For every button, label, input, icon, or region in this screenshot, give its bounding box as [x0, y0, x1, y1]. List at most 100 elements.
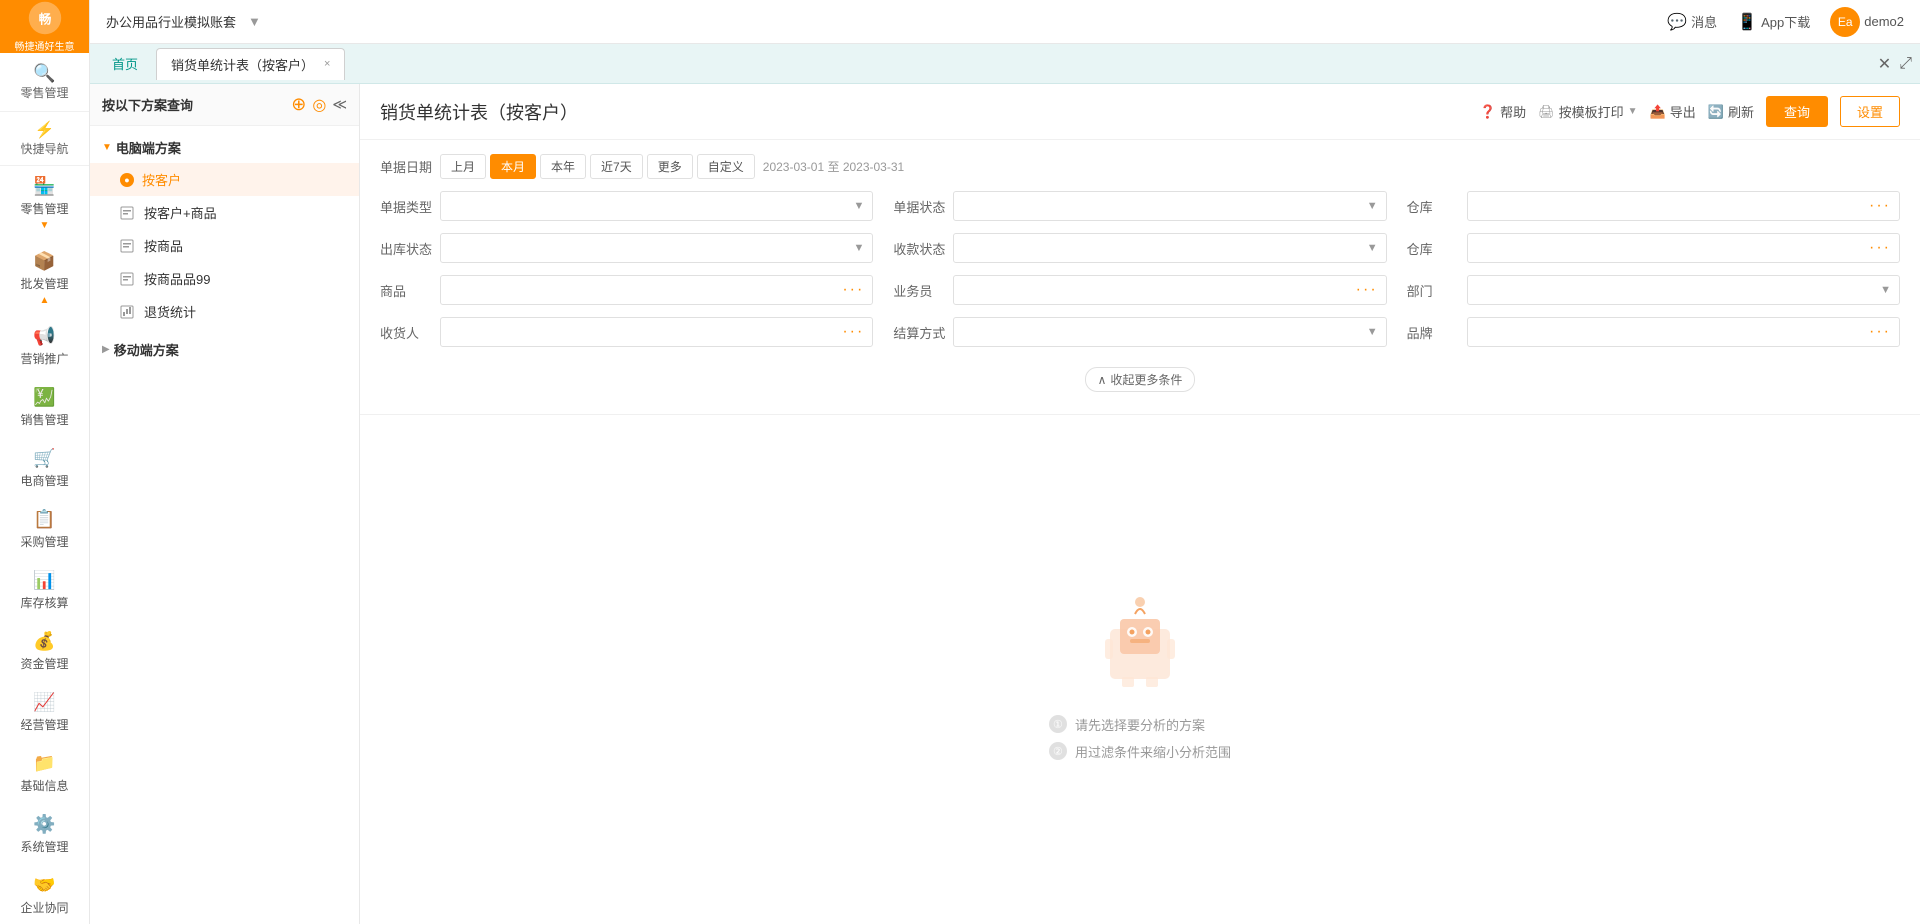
basic-label: 基础信息	[20, 777, 68, 794]
settings-button[interactable]: 设置	[1840, 96, 1900, 127]
payment-method-label: 结算方式	[893, 323, 953, 342]
header-dropdown-icon[interactable]: ▼	[248, 14, 261, 29]
empty-tip-2: ② 用过滤条件来缩小分析范围	[1049, 742, 1231, 761]
this-month-button[interactable]: 本月	[490, 154, 536, 179]
department-filter: 部门 ▼	[1407, 275, 1900, 305]
tab-bar: 首页 销货单统计表（按客户） × ✕ ⤢	[90, 44, 1920, 84]
warehouse-select[interactable]: ···	[1467, 191, 1900, 221]
order-status-label: 单据状态	[893, 197, 953, 216]
receiver-select[interactable]: ···	[440, 317, 873, 347]
order-type-chevron: ▼	[853, 200, 864, 212]
payment-status-chevron: ▼	[1367, 242, 1378, 254]
logo-text: 畅捷通好生意	[15, 38, 75, 53]
tab-maximize-button[interactable]: ⤢	[1899, 54, 1912, 74]
sidebar-item-operations[interactable]: 📈 经营管理	[0, 682, 89, 743]
tab-close-button[interactable]: ×	[324, 58, 330, 70]
left-panel-header: 按以下方案查询 ⊕ ◎ ≪	[90, 84, 359, 126]
refresh-button[interactable]: 🔄 刷新	[1708, 102, 1754, 121]
mobile-group-header[interactable]: ▶ 移动端方案	[90, 334, 359, 365]
add-scheme-button[interactable]: ⊕	[291, 94, 306, 115]
date-filter-row: 单据日期 上月 本月 本年 近7天 更多 自定义 2023-03-01 至 20…	[380, 154, 1900, 179]
retail-icon: 🏪	[33, 176, 55, 197]
page-title-bar: 销货单统计表（按客户） ❓ 帮助 🖨 按模板打印 ▼ 📤 导出	[360, 84, 1920, 140]
empty-state: ① 请先选择要分析的方案 ② 用过滤条件来缩小分析范围	[360, 415, 1920, 924]
salesperson-select[interactable]: ···	[953, 275, 1386, 305]
salesperson-dots: ···	[1356, 281, 1378, 299]
order-status-filter: 单据状态 ▼	[893, 191, 1386, 221]
marketing-icon: 📢	[33, 326, 55, 347]
last-7days-button[interactable]: 近7天	[590, 154, 643, 179]
operations-icon: 📈	[33, 692, 55, 713]
purchase-icon: 📋	[33, 509, 55, 530]
warehouse-select-2[interactable]: ···	[1467, 233, 1900, 263]
warehouse-dots: ···	[1869, 197, 1891, 215]
return-stats-icon	[120, 305, 134, 319]
print-button[interactable]: 🖨 按模板打印 ▼	[1538, 102, 1637, 121]
main-area: 办公用品行业模拟账套 ▼ 💬 消息 📱 App下载 Ea demo2 首页	[90, 0, 1920, 924]
department-select[interactable]: ▼	[1467, 275, 1900, 305]
tree-item-by-product[interactable]: 按商品	[90, 229, 359, 262]
payment-status-select[interactable]: ▼	[953, 233, 1386, 263]
custom-date-button[interactable]: 自定义	[697, 154, 755, 179]
warehouse-label-2: 仓库	[1407, 239, 1467, 258]
inventory-label: 库存核算	[20, 594, 68, 611]
order-type-select[interactable]: ▼	[440, 191, 873, 221]
sidebar-item-marketing[interactable]: 📢 营销推广	[0, 316, 89, 377]
quick-nav[interactable]: ⚡ 快捷导航	[0, 112, 89, 166]
export-button[interactable]: 📤 导出	[1650, 102, 1696, 121]
sidebar-item-ecommerce[interactable]: 🛒 电商管理	[0, 438, 89, 499]
sidebar-logo[interactable]: 畅 畅捷通好生意	[0, 0, 90, 53]
product-label: 商品	[380, 281, 440, 300]
last-month-button[interactable]: 上月	[440, 154, 486, 179]
sidebar-item-purchase[interactable]: 📋 采购管理	[0, 499, 89, 560]
app-download-button[interactable]: 📱 App下载	[1737, 12, 1810, 32]
svg-text:畅: 畅	[38, 11, 51, 26]
print-icon: 🖨	[1538, 104, 1555, 120]
print-dropdown-icon: ▼	[1628, 106, 1638, 117]
tree-item-by-customer[interactable]: ● 按客户	[90, 163, 359, 196]
order-status-select[interactable]: ▼	[953, 191, 1386, 221]
message-button[interactable]: 💬 消息	[1667, 12, 1717, 32]
tree-item-by-product-99[interactable]: 按商品品99	[90, 262, 359, 295]
help-button[interactable]: ❓ 帮助	[1480, 102, 1526, 121]
product-select[interactable]: ···	[440, 275, 873, 305]
enterprise-label: 企业协同	[20, 899, 68, 916]
user-menu-button[interactable]: Ea demo2	[1830, 7, 1904, 37]
date-buttons-group: 上月 本月 本年 近7天 更多 自定义	[440, 154, 755, 179]
tab-home[interactable]: 首页	[98, 48, 152, 80]
sidebar-search-nav[interactable]: 🔍 零售管理	[0, 53, 89, 112]
brand-select[interactable]: ···	[1467, 317, 1900, 347]
header-left: 办公用品行业模拟账套 ▼	[106, 12, 261, 31]
department-label: 部门	[1407, 281, 1467, 300]
sidebar-item-finance[interactable]: 💰 资金管理	[0, 621, 89, 682]
more-date-button[interactable]: 更多	[647, 154, 693, 179]
tab-window-controls: ✕ ⤢	[1878, 54, 1912, 74]
payment-method-filter: 结算方式 ▼	[893, 317, 1386, 347]
brand-filter: 品牌 ···	[1407, 317, 1900, 347]
date-range-display: 2023-03-01 至 2023-03-31	[763, 158, 904, 175]
setting-scheme-button[interactable]: ◎	[312, 95, 326, 115]
collapse-filter-button[interactable]: ∧ 收起更多条件	[1085, 367, 1196, 392]
tree-section: ▼ 电脑端方案 ● 按客户 按客户+商品	[90, 126, 359, 377]
refresh-icon: 🔄	[1708, 104, 1724, 120]
enterprise-icon: 🤝	[33, 875, 55, 896]
finance-icon: 💰	[33, 631, 55, 652]
tab-sales-stats[interactable]: 销货单统计表（按客户） ×	[156, 48, 345, 80]
sidebar-item-retail[interactable]: 🏪 零售管理 ▼	[0, 166, 89, 241]
sidebar-item-sales[interactable]: 💹 销售管理	[0, 377, 89, 438]
tab-close-window-button[interactable]: ✕	[1878, 54, 1891, 74]
collapse-panel-button[interactable]: ≪	[332, 96, 347, 113]
tree-item-return-stats[interactable]: 退货统计	[90, 295, 359, 328]
sidebar-item-enterprise[interactable]: 🤝 企业协同	[0, 865, 89, 924]
this-year-button[interactable]: 本年	[540, 154, 586, 179]
sidebar-item-system[interactable]: ⚙️ 系统管理	[0, 804, 89, 865]
tree-item-by-customer-product[interactable]: 按客户+商品	[90, 196, 359, 229]
payment-method-select[interactable]: ▼	[953, 317, 1386, 347]
sidebar-item-basic[interactable]: 📁 基础信息	[0, 743, 89, 804]
desktop-group-header[interactable]: ▼ 电脑端方案	[90, 132, 359, 163]
query-button[interactable]: 查询	[1766, 96, 1828, 127]
sidebar-item-inventory[interactable]: 📊 库存核算	[0, 560, 89, 621]
product-filter: 商品 ···	[380, 275, 873, 305]
sidebar-item-wholesale[interactable]: 📦 批发管理 ▲	[0, 241, 89, 316]
out-status-select[interactable]: ▼	[440, 233, 873, 263]
